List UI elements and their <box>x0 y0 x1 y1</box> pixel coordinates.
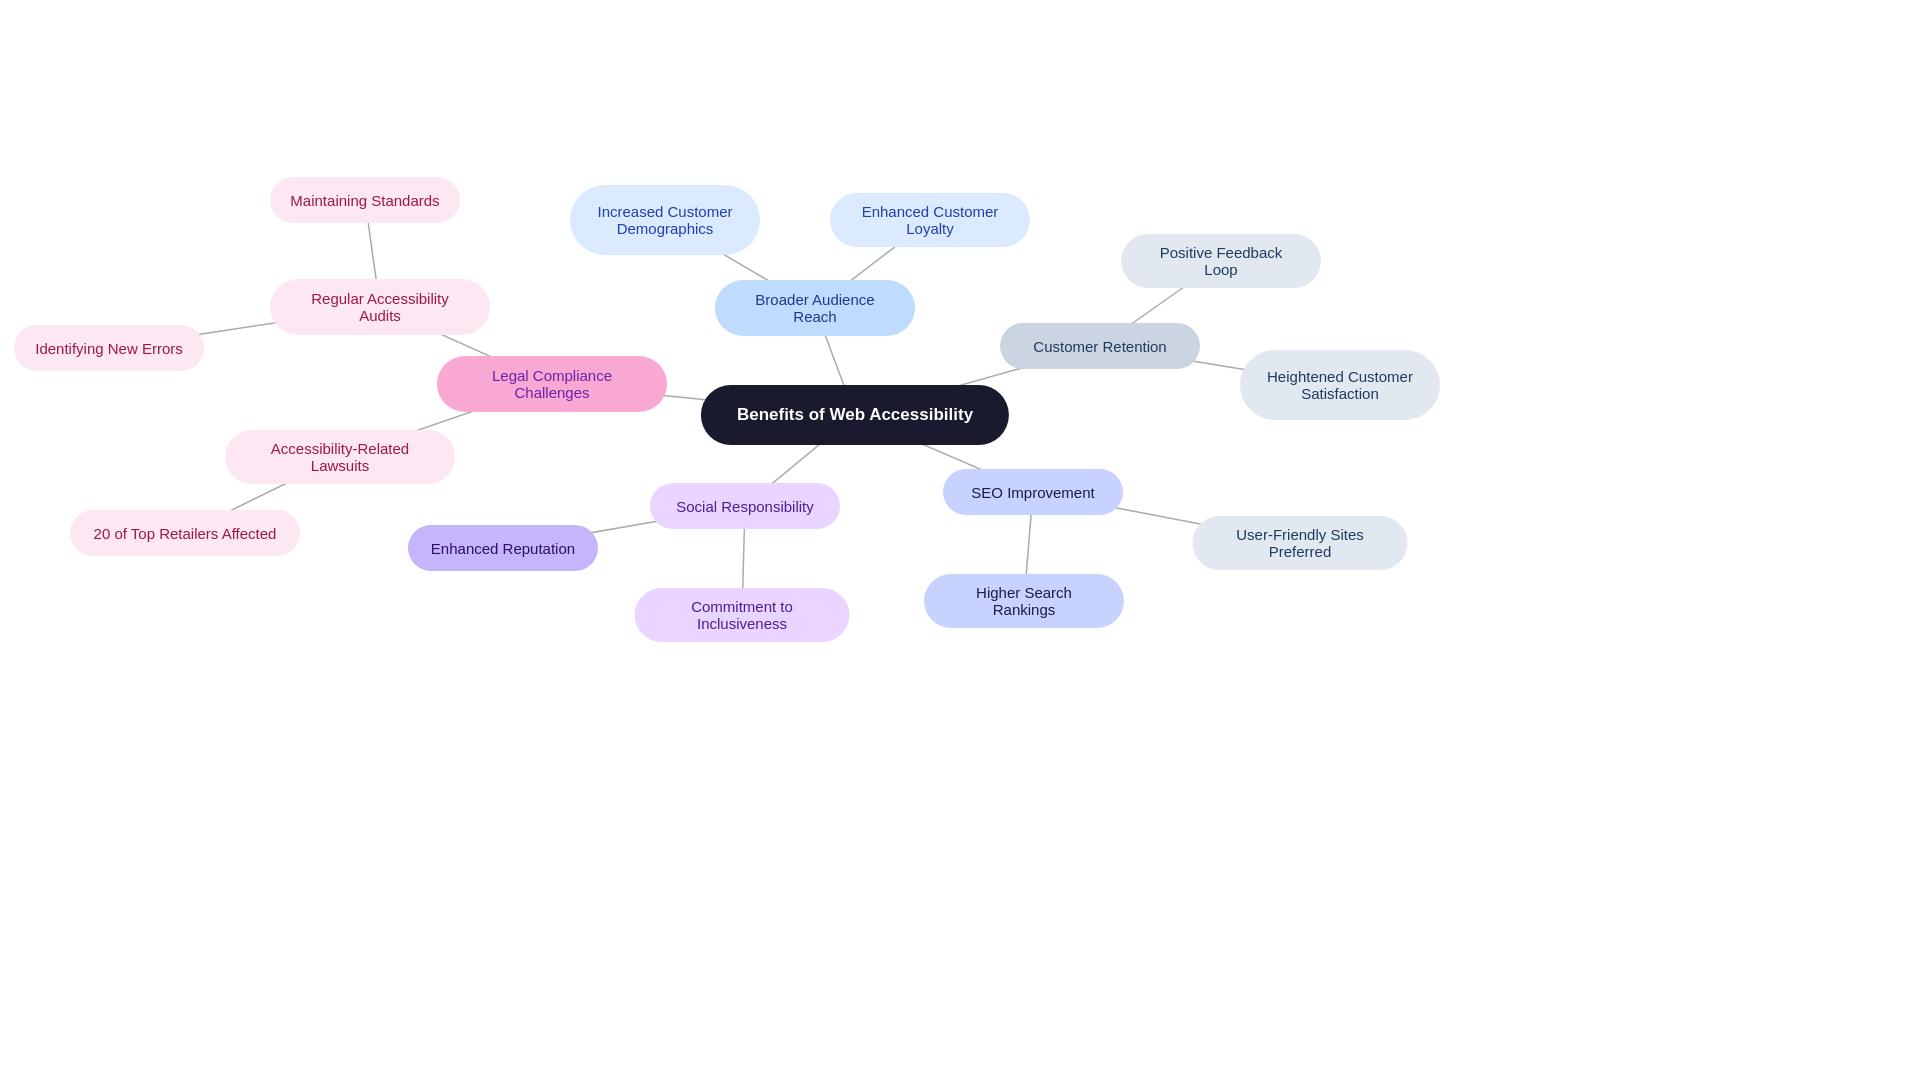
node-social-responsibility: Social Responsibility <box>650 483 840 529</box>
node-commitment-inclusiveness: Commitment to Inclusiveness <box>635 588 850 642</box>
node-lawsuits: Accessibility-Related Lawsuits <box>225 430 455 484</box>
node-increased-demographics: Increased Customer Demographics <box>570 185 760 255</box>
node-enhanced-reputation: Enhanced Reputation <box>408 525 598 571</box>
node-broader-audience: Broader Audience Reach <box>715 280 915 336</box>
node-maintaining-standards: Maintaining Standards <box>270 177 460 223</box>
node-positive-feedback: Positive Feedback Loop <box>1121 234 1321 288</box>
node-heightened-satisfaction: Heightened Customer Satisfaction <box>1240 350 1440 420</box>
center-node: Benefits of Web Accessibility <box>701 385 1009 445</box>
node-retailers: 20 of Top Retailers Affected <box>70 510 300 556</box>
node-user-friendly: User-Friendly Sites Preferred <box>1193 516 1408 570</box>
node-customer-retention: Customer Retention <box>1000 323 1200 369</box>
mind-map: Benefits of Web Accessibility Broader Aud… <box>0 0 1920 1083</box>
node-identifying-errors: Identifying New Errors <box>14 325 204 371</box>
node-legal-compliance: Legal Compliance Challenges <box>437 356 667 412</box>
node-higher-search: Higher Search Rankings <box>924 574 1124 628</box>
node-regular-audits: Regular Accessibility Audits <box>270 279 490 335</box>
node-seo-improvement: SEO Improvement <box>943 469 1123 515</box>
node-enhanced-loyalty: Enhanced Customer Loyalty <box>830 193 1030 247</box>
